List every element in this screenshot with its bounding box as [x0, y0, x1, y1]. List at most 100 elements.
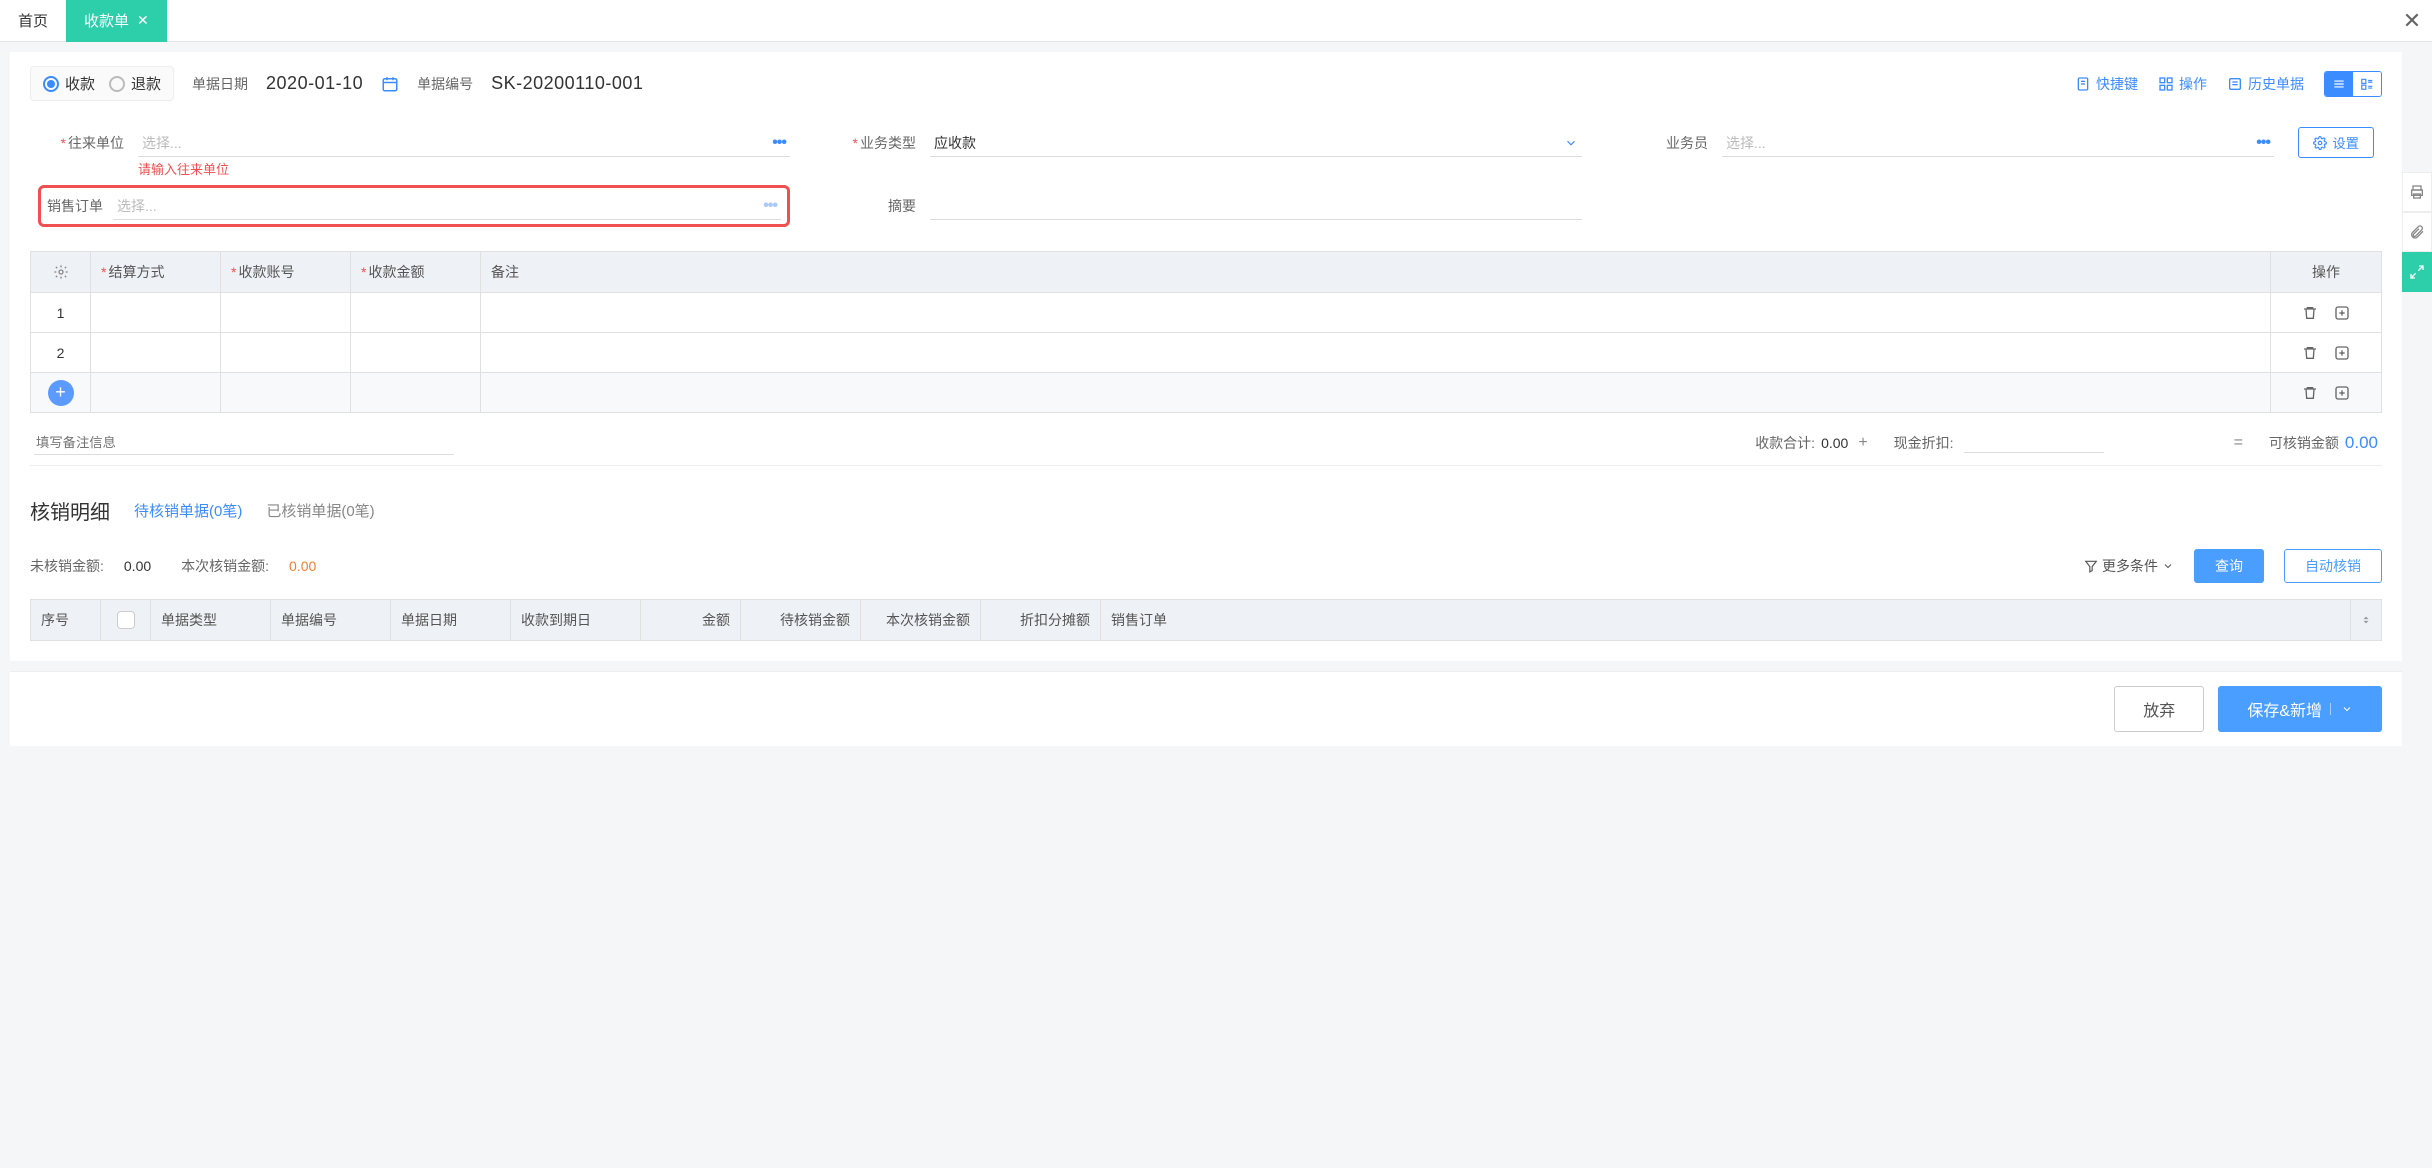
settings-button[interactable]: 设置 — [2298, 127, 2374, 158]
list-icon — [2227, 76, 2243, 92]
more-conditions-button[interactable]: 更多条件 — [2084, 556, 2174, 576]
tab-pending[interactable]: 待核销单据(0笔) — [134, 500, 242, 521]
radio-receive[interactable]: 收款 — [43, 73, 95, 94]
tabs-bar: 首页 收款单 ✕ ✕ — [0, 0, 2432, 42]
side-rail — [2402, 172, 2432, 292]
cancel-button[interactable]: 放弃 — [2114, 686, 2204, 732]
grid-settings-icon[interactable] — [31, 252, 91, 292]
clipboard-icon — [2075, 76, 2091, 92]
summary-input[interactable] — [930, 192, 1582, 220]
remark-input[interactable] — [34, 431, 454, 455]
salesman-field: 业务员 选择... ••• 设置 — [1622, 129, 2374, 157]
acct-cell[interactable] — [221, 293, 351, 332]
close-all-icon[interactable]: ✕ — [2392, 0, 2432, 42]
totals-row: 收款合计: 0.00 + 现金折扣: = 可核销金额 0.00 — [30, 413, 2382, 466]
delete-icon[interactable] — [2302, 385, 2318, 401]
grid-row: 1 — [31, 292, 2381, 332]
acct-cell[interactable] — [221, 333, 351, 372]
summary-field: 摘要 — [830, 185, 1582, 227]
filter-icon — [2084, 559, 2098, 573]
receipt-type-radio-group: 收款 退款 — [30, 66, 174, 101]
unverified-value: 0.00 — [124, 558, 151, 574]
delete-icon[interactable] — [2302, 305, 2318, 321]
detail-grid-header: 序号 单据类型 单据编号 单据日期 收款到期日 金额 待核销金额 本次核销金额 … — [31, 600, 2381, 640]
auto-verify-button[interactable]: 自动核销 — [2284, 549, 2382, 583]
payment-grid: *结算方式 *收款账号 *收款金额 备注 操作 1 — [30, 251, 2382, 413]
settle-cell[interactable] — [91, 333, 221, 372]
view-toggle — [2324, 71, 2382, 97]
amt-cell[interactable] — [351, 333, 481, 372]
grid-row: 2 — [31, 332, 2381, 372]
partner-input[interactable]: 选择... ••• — [138, 129, 790, 157]
row-index: 2 — [31, 333, 91, 372]
verify-section-header: 核销明细 待核销单据(0笔) 已核销单据(0笔) — [30, 496, 2382, 525]
section-title: 核销明细 — [30, 496, 110, 525]
salesorder-field: 销售订单 选择... ••• — [38, 185, 790, 227]
radio-dot-icon — [43, 76, 59, 92]
radio-dot-icon — [109, 76, 125, 92]
grid-header: *结算方式 *收款账号 *收款金额 备注 操作 — [31, 252, 2381, 292]
date-label: 单据日期 — [192, 74, 248, 94]
verify-label: 可核销金额 — [2269, 433, 2339, 453]
amt-cell[interactable] — [351, 293, 481, 332]
biztype-field: *业务类型 应收款 — [830, 129, 1582, 157]
more-icon[interactable]: ••• — [763, 197, 777, 215]
tab-receipt[interactable]: 收款单 ✕ — [66, 0, 167, 42]
shortcut-button[interactable]: 快捷键 — [2075, 74, 2138, 94]
close-icon[interactable]: ✕ — [137, 12, 149, 29]
query-button[interactable]: 查询 — [2194, 549, 2264, 583]
unverified-label: 未核销金额: — [30, 556, 104, 576]
operate-button[interactable]: 操作 — [2158, 74, 2207, 94]
attachment-icon[interactable] — [2402, 212, 2432, 252]
tab-home[interactable]: 首页 — [0, 0, 66, 42]
thistime-label: 本次核销金额: — [181, 556, 269, 576]
remark-cell[interactable] — [481, 333, 2271, 372]
sum-label: 收款合计: — [1755, 433, 1815, 453]
remark-cell[interactable] — [481, 293, 2271, 332]
chevron-down-icon[interactable] — [2330, 703, 2353, 715]
salesman-input[interactable]: 选择... ••• — [1722, 129, 2274, 157]
history-button[interactable]: 历史单据 — [2227, 74, 2304, 94]
plus-sign: + — [1858, 434, 1867, 452]
add-row-icon[interactable] — [2334, 345, 2350, 361]
discount-label: 现金折扣: — [1894, 433, 1954, 453]
verify-filter-row: 未核销金额: 0.00 本次核销金额: 0.00 更多条件 查询 自动核销 — [30, 541, 2382, 599]
print-icon[interactable] — [2402, 172, 2432, 212]
docno-label: 单据编号 — [417, 74, 473, 94]
biztype-select[interactable]: 应收款 — [930, 129, 1582, 157]
sum-value: 0.00 — [1821, 435, 1848, 451]
header-row: 收款 退款 单据日期 2020-01-10 单据编号 SK-20200110-0… — [30, 66, 2382, 111]
salesorder-input[interactable]: 选择... ••• — [113, 192, 781, 220]
sort-icon[interactable] — [2351, 600, 2381, 640]
discount-input[interactable] — [1964, 433, 2104, 453]
footer-bar: 放弃 保存&新增 — [10, 671, 2402, 746]
gear-icon — [2313, 136, 2327, 150]
add-row-icon[interactable] — [2334, 385, 2350, 401]
tab-done[interactable]: 已核销单据(0笔) — [266, 500, 374, 521]
partner-field: *往来单位 选择... ••• 请输入往来单位 — [38, 129, 790, 157]
view-list-icon[interactable] — [2325, 72, 2353, 96]
view-card-icon[interactable] — [2353, 72, 2381, 96]
select-all-checkbox[interactable] — [117, 611, 135, 629]
save-button[interactable]: 保存&新增 — [2218, 686, 2382, 732]
expand-icon[interactable] — [2402, 252, 2432, 292]
radio-refund[interactable]: 退款 — [109, 73, 161, 94]
chevron-down-icon[interactable] — [1564, 136, 1578, 150]
header-actions: 快捷键 操作 历史单据 — [2075, 71, 2382, 97]
equals-sign: = — [2234, 434, 2243, 452]
form-area: *往来单位 选择... ••• 请输入往来单位 *业务类型 应收款 业务员 选择… — [30, 111, 2382, 251]
thistime-value: 0.00 — [289, 558, 316, 574]
grid-icon — [2158, 76, 2174, 92]
chevron-down-icon — [2162, 560, 2174, 572]
more-icon[interactable]: ••• — [772, 134, 786, 152]
calendar-icon[interactable] — [381, 75, 399, 93]
grid-add-row: + — [31, 372, 2381, 412]
add-row-icon[interactable] — [2334, 305, 2350, 321]
more-icon[interactable]: ••• — [2256, 134, 2270, 152]
add-circle-icon[interactable]: + — [48, 380, 74, 406]
date-value[interactable]: 2020-01-10 — [266, 73, 363, 94]
row-index: 1 — [31, 293, 91, 332]
verify-value: 0.00 — [2345, 433, 2378, 453]
delete-icon[interactable] — [2302, 345, 2318, 361]
settle-cell[interactable] — [91, 293, 221, 332]
